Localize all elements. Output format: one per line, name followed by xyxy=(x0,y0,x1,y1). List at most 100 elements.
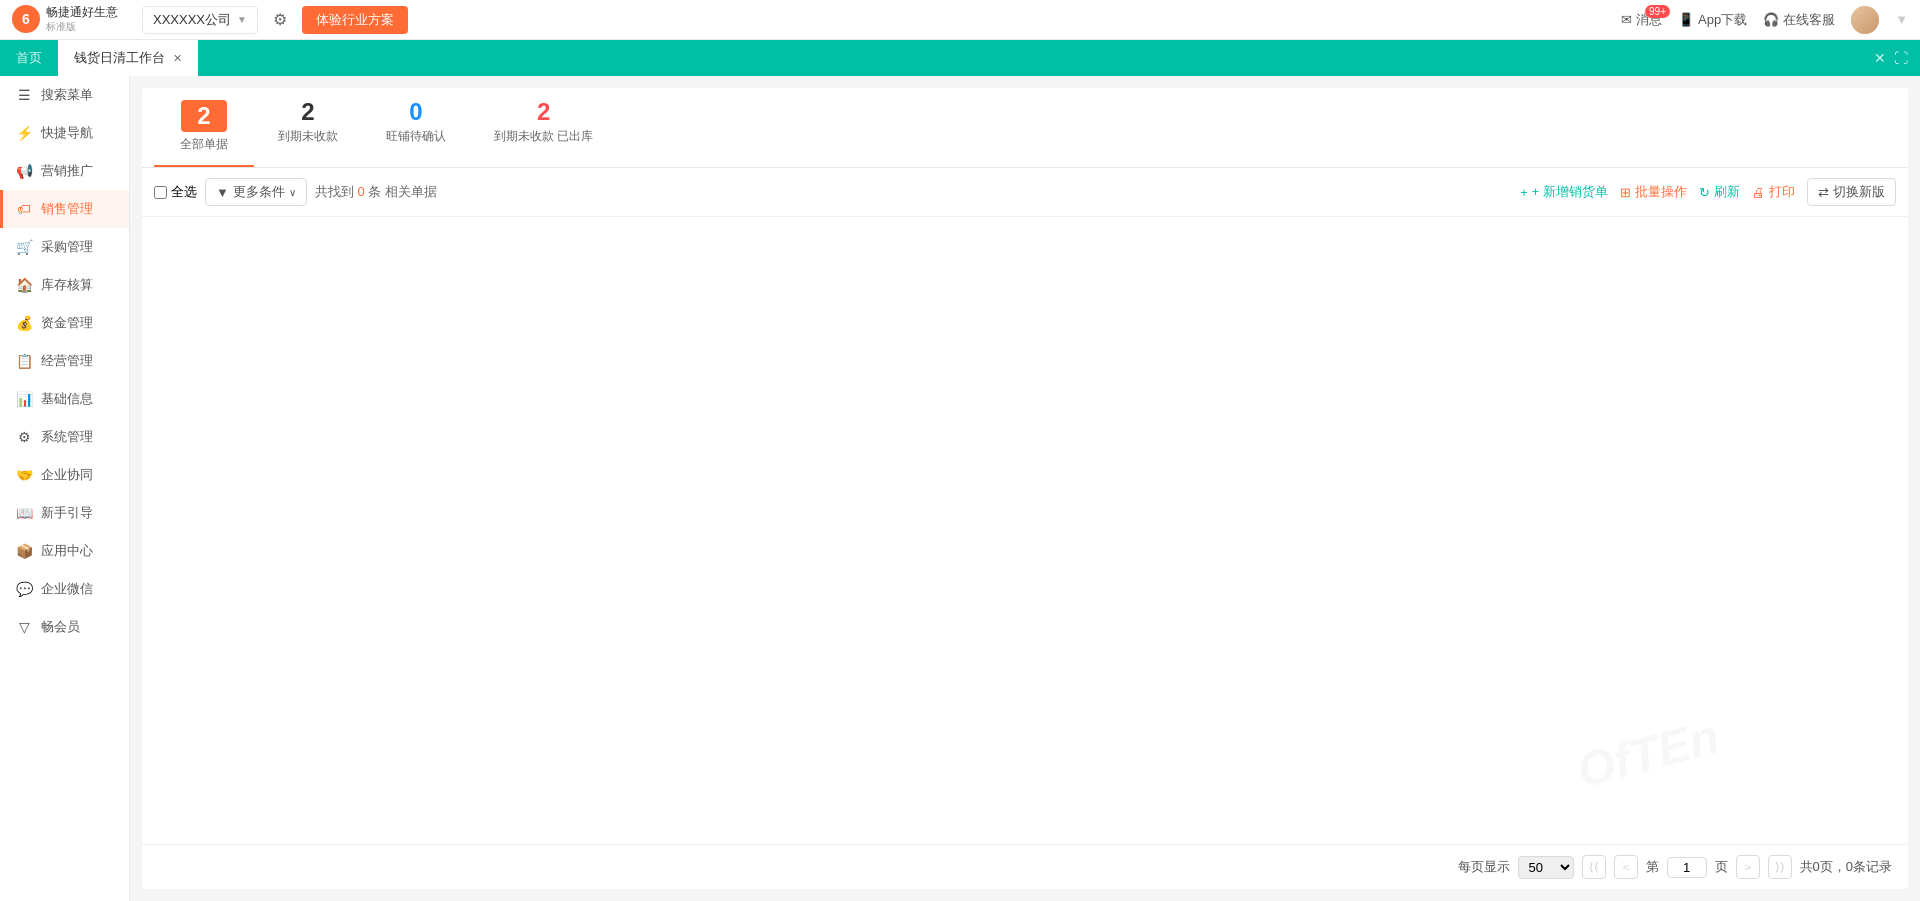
app-download-btn[interactable]: 📱 App下载 xyxy=(1678,11,1747,29)
logo-title: 畅捷通好生意 xyxy=(46,5,118,19)
refresh-button[interactable]: ↻ 刷新 xyxy=(1699,183,1740,201)
stat-label-shipped: 到期未收款 已出库 xyxy=(494,128,593,145)
sidebar-item-base-info[interactable]: 📊 基础信息 xyxy=(0,380,129,418)
settings-icon[interactable]: ⚙ xyxy=(266,6,294,34)
table-area xyxy=(142,217,1908,844)
tab-close-icon[interactable]: ✕ xyxy=(173,52,182,65)
trial-button[interactable]: 体验行业方案 xyxy=(302,6,408,34)
logo-text-block: 畅捷通好生意 标准版 xyxy=(46,5,118,33)
refresh-icon: ↻ xyxy=(1699,185,1710,200)
stat-tab-all[interactable]: 2 全部单据 xyxy=(154,88,254,167)
sidebar-label-operations: 经营管理 xyxy=(41,352,93,370)
stat-tab-overdue[interactable]: 2 到期未收款 xyxy=(254,88,362,167)
page-label-end: 页 xyxy=(1715,858,1728,876)
next-page-button[interactable]: ＞ xyxy=(1736,855,1760,879)
pagination: 每页显示 50 100 200 ⟨⟨ ＜ 第 页 ＞ ⟩⟩ 共0页，0条记录 xyxy=(142,844,1908,889)
sidebar-item-inventory[interactable]: 🏠 库存核算 xyxy=(0,266,129,304)
new-order-button[interactable]: + + 新增销货单 xyxy=(1520,183,1608,201)
sidebar-item-search-menu[interactable]: ☰ 搜索菜单 xyxy=(0,76,129,114)
sidebar-item-cooperation[interactable]: 🤝 企业协同 xyxy=(0,456,129,494)
search-menu-icon: ☰ xyxy=(15,86,33,104)
filter-chevron-icon: ∨ xyxy=(289,187,296,198)
wechat-icon: 💬 xyxy=(15,580,33,598)
sidebar-item-operations[interactable]: 📋 经营管理 xyxy=(0,342,129,380)
quick-nav-icon: ⚡ xyxy=(15,124,33,142)
select-all-checkbox[interactable]: 全选 xyxy=(154,183,197,201)
content-inner: 2 全部单据 2 到期未收款 0 旺铺待确认 2 到期未收款 已出库 xyxy=(142,88,1908,889)
sidebar-label-member: 畅会员 xyxy=(41,618,80,636)
company-selector[interactable]: XXXXXX公司 ▼ xyxy=(142,6,258,34)
sidebar-item-system[interactable]: ⚙ 系统管理 xyxy=(0,418,129,456)
tab-home[interactable]: 首页 xyxy=(0,40,58,76)
tab-actions: ✕ ⛶ xyxy=(1862,40,1920,76)
stat-label-all: 全部单据 xyxy=(180,136,228,153)
stat-num-wangpu: 0 xyxy=(409,100,422,124)
stat-tab-wangpu[interactable]: 0 旺铺待确认 xyxy=(362,88,470,167)
avatar-image xyxy=(1851,6,1879,34)
sidebar-label-cooperation: 企业协同 xyxy=(41,466,93,484)
found-suffix: 条 相关单据 xyxy=(368,184,437,199)
sidebar-label-inventory: 库存核算 xyxy=(41,276,93,294)
tab-minimize-icon[interactable]: ✕ xyxy=(1874,50,1886,66)
avatar[interactable] xyxy=(1851,6,1879,34)
sidebar-item-member[interactable]: ▽ 畅会员 xyxy=(0,608,129,646)
stat-label-wangpu: 旺铺待确认 xyxy=(386,128,446,145)
username-label[interactable]: ▼ xyxy=(1895,12,1908,27)
sidebar-item-sales[interactable]: 🏷 销售管理 xyxy=(0,190,129,228)
batch-label: 批量操作 xyxy=(1635,183,1687,201)
sidebar-item-quick-nav[interactable]: ⚡ 快捷导航 xyxy=(0,114,129,152)
sidebar-item-guide[interactable]: 📖 新手引导 xyxy=(0,494,129,532)
member-icon: ▽ xyxy=(15,618,33,636)
prev-page-button[interactable]: ＜ xyxy=(1614,855,1638,879)
tab-workbench[interactable]: 钱货日清工作台 ✕ xyxy=(58,40,198,76)
last-page-button[interactable]: ⟩⟩ xyxy=(1768,855,1792,879)
sidebar-item-finance[interactable]: 💰 资金管理 xyxy=(0,304,129,342)
found-num: 0 xyxy=(358,184,365,199)
total-info: 共0页，0条记录 xyxy=(1800,858,1892,876)
inventory-icon: 🏠 xyxy=(15,276,33,294)
new-btn-label: + 新增销货单 xyxy=(1532,183,1608,201)
sidebar: ☰ 搜索菜单 ⚡ 快捷导航 📢 营销推广 🏷 销售管理 🛒 采购管理 🏠 库存核… xyxy=(0,76,130,901)
page-number-input[interactable] xyxy=(1667,857,1707,878)
message-btn[interactable]: ✉ 消息 99+ xyxy=(1621,11,1662,29)
sidebar-label-purchase: 采购管理 xyxy=(41,238,93,256)
online-service-btn[interactable]: 🎧 在线客服 xyxy=(1763,11,1835,29)
sidebar-label-guide: 新手引导 xyxy=(41,504,93,522)
operations-icon: 📋 xyxy=(15,352,33,370)
first-page-button[interactable]: ⟨⟨ xyxy=(1582,855,1606,879)
sidebar-item-app-center[interactable]: 📦 应用中心 xyxy=(0,532,129,570)
system-icon: ⚙ xyxy=(15,428,33,446)
sidebar-label-quick-nav: 快捷导航 xyxy=(41,124,93,142)
sidebar-label-app-center: 应用中心 xyxy=(41,542,93,560)
message-icon: ✉ xyxy=(1621,12,1632,27)
switch-label: 切换新版 xyxy=(1833,183,1885,201)
sidebar-label-finance: 资金管理 xyxy=(41,314,93,332)
toolbar-right: + + 新增销货单 ⊞ 批量操作 ↻ 刷新 🖨 打印 xyxy=(1520,178,1896,206)
print-button[interactable]: 🖨 打印 xyxy=(1752,183,1795,201)
sidebar-item-purchase[interactable]: 🛒 采购管理 xyxy=(0,228,129,266)
switch-version-button[interactable]: ⇄ 切换新版 xyxy=(1807,178,1896,206)
select-all-input[interactable] xyxy=(154,186,167,199)
found-prefix: 共找到 xyxy=(315,184,354,199)
stat-num-all: 2 xyxy=(181,100,226,132)
sidebar-item-wechat[interactable]: 💬 企业微信 xyxy=(0,570,129,608)
phone-icon: 📱 xyxy=(1678,12,1694,27)
guide-icon: 📖 xyxy=(15,504,33,522)
base-info-icon: 📊 xyxy=(15,390,33,408)
filter-button[interactable]: ▼ 更多条件 ∨ xyxy=(205,178,307,206)
page-label: 第 xyxy=(1646,858,1659,876)
logo-subtitle: 标准版 xyxy=(46,20,118,34)
print-label: 打印 xyxy=(1769,183,1795,201)
stat-num-shipped: 2 xyxy=(537,100,550,124)
tab-spacer xyxy=(198,40,1862,76)
tab-expand-icon[interactable]: ⛶ xyxy=(1894,50,1908,66)
page-size-select[interactable]: 50 100 200 xyxy=(1518,856,1574,879)
sidebar-item-marketing[interactable]: 📢 营销推广 xyxy=(0,152,129,190)
sidebar-label-search-menu: 搜索菜单 xyxy=(41,86,93,104)
batch-operation-button[interactable]: ⊞ 批量操作 xyxy=(1620,183,1687,201)
stat-tabs: 2 全部单据 2 到期未收款 0 旺铺待确认 2 到期未收款 已出库 xyxy=(142,88,1908,168)
chevron-down-icon-user: ▼ xyxy=(1895,12,1908,27)
content-area: 2 全部单据 2 到期未收款 0 旺铺待确认 2 到期未收款 已出库 xyxy=(130,76,1920,901)
marketing-icon: 📢 xyxy=(15,162,33,180)
stat-tab-shipped[interactable]: 2 到期未收款 已出库 xyxy=(470,88,617,167)
